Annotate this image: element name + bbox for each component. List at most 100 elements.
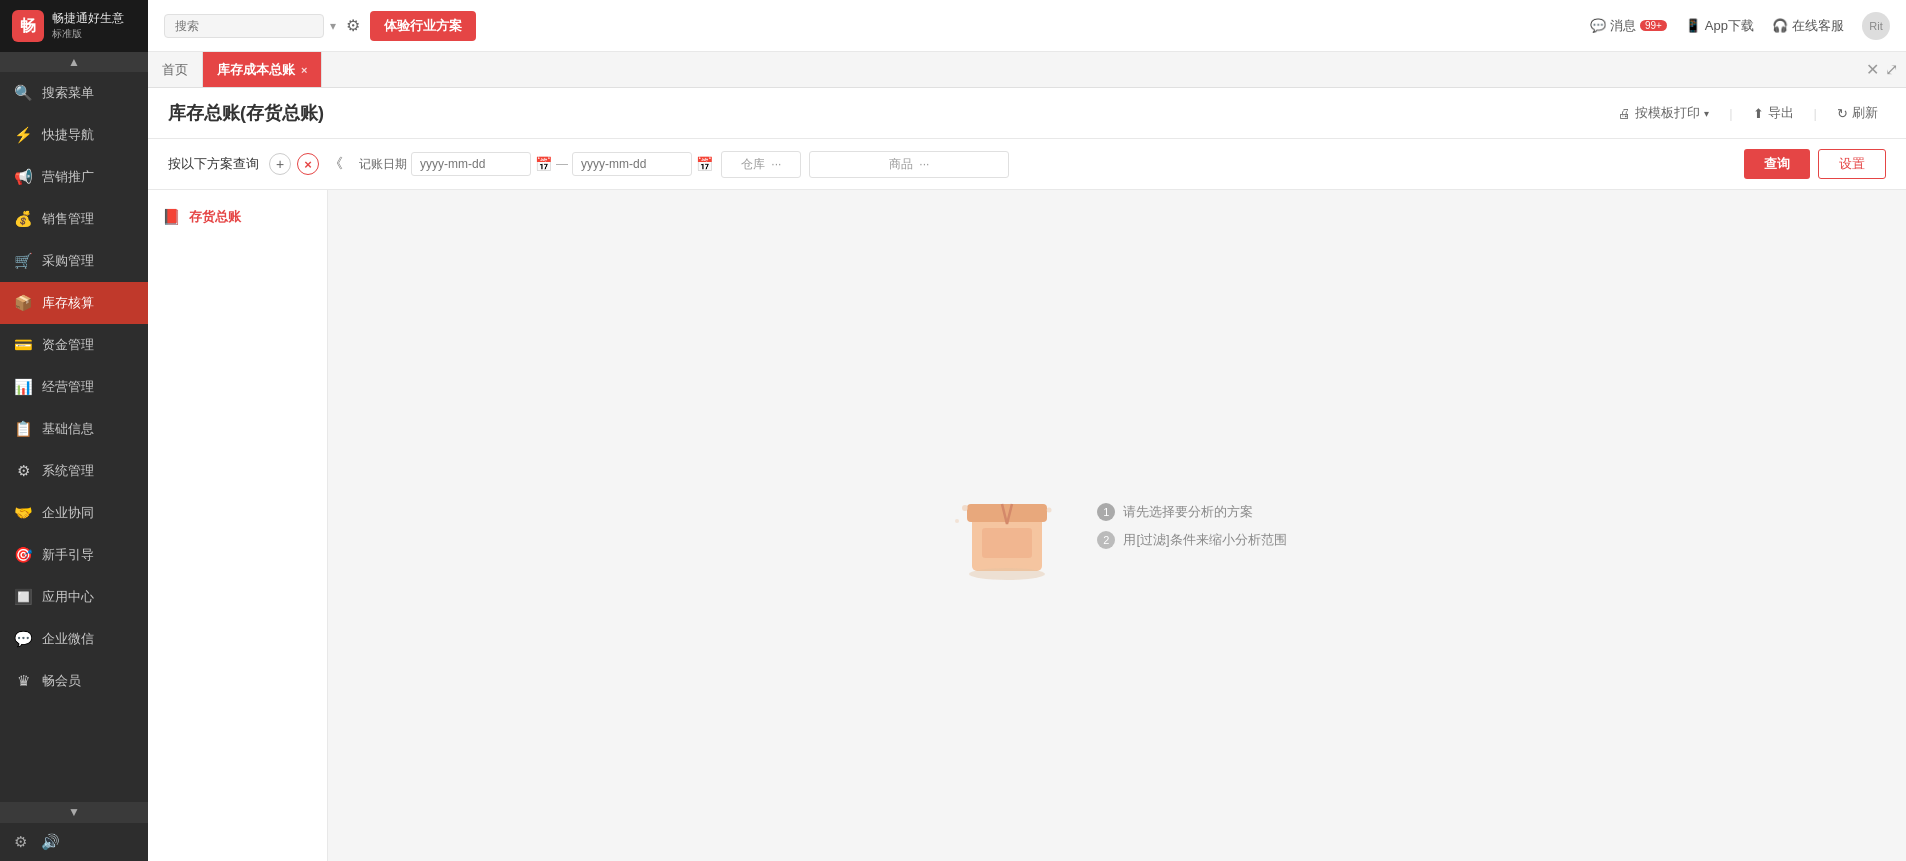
sidebar-item-label: 企业协同 xyxy=(42,504,94,522)
filter-commodity-group: 商品 ··· xyxy=(809,151,1009,178)
page-header-actions: 🖨 按模板打印 ▾ | ⬆ 导出 | ↻ 刷新 xyxy=(1610,100,1886,126)
audio-bottom-icon[interactable]: 🔊 xyxy=(41,833,60,851)
sidebar-item-purchase[interactable]: 🛒 采购管理 xyxy=(0,240,148,282)
sidebar-item-label: 库存核算 xyxy=(42,294,94,312)
hint-num-1: 1 xyxy=(1097,503,1115,521)
tabbar: 首页 库存成本总账 × ✕ ⤢ xyxy=(148,52,1906,88)
sidebar-item-system[interactable]: ⚙ 系统管理 xyxy=(0,450,148,492)
logo-badge: 标准版 xyxy=(52,27,124,41)
query-button[interactable]: 查询 xyxy=(1744,149,1810,179)
apps-icon: 🔲 xyxy=(14,588,32,606)
sidebar-item-guide[interactable]: 🎯 新手引导 xyxy=(0,534,148,576)
print-chevron-icon: ▾ xyxy=(1704,108,1709,119)
filter-date-group: 记账日期 📅 — 📅 xyxy=(359,152,713,176)
filter-cancel-button[interactable]: × xyxy=(297,153,319,175)
sidebar-item-search[interactable]: 🔍 搜索菜单 xyxy=(0,72,148,114)
topbar-gear-icon[interactable]: ⚙ xyxy=(346,16,360,35)
topbar-right: 💬 消息 99+ 📱 App下载 🎧 在线客服 Rit xyxy=(1590,12,1890,40)
print-icon: 🖨 xyxy=(1618,106,1631,121)
print-button[interactable]: 🖨 按模板打印 ▾ xyxy=(1610,100,1717,126)
sidebar-item-label: 资金管理 xyxy=(42,336,94,354)
date-start-input[interactable] xyxy=(411,152,531,176)
sidebar-item-label: 经营管理 xyxy=(42,378,94,396)
sidebar-item-operation[interactable]: 📊 经营管理 xyxy=(0,366,148,408)
svg-point-4 xyxy=(962,505,968,511)
sidebar-item-label: 搜索菜单 xyxy=(42,84,94,102)
sidebar-item-shortcut[interactable]: ⚡ 快捷导航 xyxy=(0,114,148,156)
hint-text-2: 用[过滤]条件来缩小分析范围 xyxy=(1123,531,1286,549)
system-icon: ⚙ xyxy=(14,462,32,480)
guide-icon: 🎯 xyxy=(14,546,32,564)
tab-home[interactable]: 首页 xyxy=(148,52,203,87)
sidebar-item-marketing[interactable]: 📢 营销推广 xyxy=(0,156,148,198)
export-button[interactable]: ⬆ 导出 xyxy=(1745,100,1802,126)
calendar-start-icon[interactable]: 📅 xyxy=(535,156,552,172)
settings-button[interactable]: 设置 xyxy=(1818,149,1886,179)
hint-text-1: 请先选择要分析的方案 xyxy=(1123,503,1253,521)
topbar-search-input[interactable] xyxy=(164,14,324,38)
sidebar-item-basic[interactable]: 📋 基础信息 xyxy=(0,408,148,450)
date-dash: — xyxy=(556,157,568,171)
filter-warehouse-group: 仓库 ··· xyxy=(721,151,801,178)
date-end-input[interactable] xyxy=(572,152,692,176)
empty-hint-1: 1 请先选择要分析的方案 xyxy=(1097,503,1286,521)
sidebar-scroll-up[interactable]: ▲ xyxy=(0,52,148,72)
sidebar-item-corp[interactable]: 🤝 企业协同 xyxy=(0,492,148,534)
refresh-label: 刷新 xyxy=(1852,104,1878,122)
settings-bottom-icon[interactable]: ⚙ xyxy=(14,833,27,851)
shortcut-icon: ⚡ xyxy=(14,126,32,144)
tab-panel-close-icon[interactable]: ✕ xyxy=(1866,60,1879,79)
sidebar-item-label: 营销推广 xyxy=(42,168,94,186)
logo-icon: 畅 xyxy=(12,10,44,42)
print-label: 按模板打印 xyxy=(1635,104,1700,122)
chevron-down-icon[interactable]: ▾ xyxy=(330,19,336,33)
scheme-item-label: 存货总账 xyxy=(189,208,241,226)
sidebar-item-label: 销售管理 xyxy=(42,210,94,228)
sidebar-scroll-down[interactable]: ▼ xyxy=(0,802,148,822)
sidebar-item-member[interactable]: ♛ 畅会员 xyxy=(0,660,148,702)
online-service-btn[interactable]: 🎧 在线客服 xyxy=(1772,17,1844,35)
tab-inventory-ledger[interactable]: 库存成本总账 × xyxy=(203,52,322,87)
sidebar-item-apps[interactable]: 🔲 应用中心 xyxy=(0,576,148,618)
logo-title: 畅捷通好生意 xyxy=(52,11,124,27)
tab-panel-expand-icon[interactable]: ⤢ xyxy=(1885,60,1898,79)
sidebar-item-wechat[interactable]: 💬 企业微信 xyxy=(0,618,148,660)
headset-icon: 🎧 xyxy=(1772,18,1788,33)
filter-add-button[interactable]: + xyxy=(269,153,291,175)
sidebar-item-label: 系统管理 xyxy=(42,462,94,480)
divider2: | xyxy=(1814,106,1817,121)
operation-icon: 📊 xyxy=(14,378,32,396)
filter-section-label: 按以下方案查询 xyxy=(168,155,259,173)
calendar-end-icon[interactable]: 📅 xyxy=(696,156,713,172)
page-title: 库存总账(存货总账) xyxy=(168,101,324,125)
filter-bar: 按以下方案查询 + × 《 记账日期 📅 — 📅 仓库 ··· xyxy=(148,139,1906,190)
filter-row: 记账日期 📅 — 📅 仓库 ··· 商品 ··· xyxy=(359,151,1736,178)
svg-rect-2 xyxy=(982,528,1032,558)
app-download-btn[interactable]: 📱 App下载 xyxy=(1685,17,1754,35)
promo-button[interactable]: 体验行业方案 xyxy=(370,11,476,41)
user-profile-btn[interactable]: Rit xyxy=(1862,12,1890,40)
filter-collapse-button[interactable]: 《 xyxy=(329,155,343,173)
message-btn[interactable]: 💬 消息 99+ xyxy=(1590,17,1667,35)
user-name: Rit xyxy=(1869,20,1882,32)
page-header: 库存总账(存货总账) 🖨 按模板打印 ▾ | ⬆ 导出 | ↻ 刷新 xyxy=(148,88,1906,139)
refresh-button[interactable]: ↻ 刷新 xyxy=(1829,100,1886,126)
marketing-icon: 📢 xyxy=(14,168,32,186)
user-avatar: Rit xyxy=(1862,12,1890,40)
tab-close-icon[interactable]: × xyxy=(301,64,307,76)
empty-hint-2: 2 用[过滤]条件来缩小分析范围 xyxy=(1097,531,1286,549)
commodity-label: 商品 xyxy=(889,157,913,171)
inventory-icon: 📦 xyxy=(14,294,32,312)
data-area: 1 请先选择要分析的方案 2 用[过滤]条件来缩小分析范围 xyxy=(328,190,1906,861)
commodity-selector[interactable]: 商品 ··· xyxy=(809,151,1009,178)
scheme-item-stock-ledger[interactable]: 📕 存货总账 xyxy=(148,200,327,234)
sidebar-item-label: 畅会员 xyxy=(42,672,81,690)
sidebar-item-sales[interactable]: 💰 销售管理 xyxy=(0,198,148,240)
warehouse-selector[interactable]: 仓库 ··· xyxy=(721,151,801,178)
corp-icon: 🤝 xyxy=(14,504,32,522)
tab-inventory-ledger-label: 库存成本总账 xyxy=(217,61,295,79)
empty-hints: 1 请先选择要分析的方案 2 用[过滤]条件来缩小分析范围 xyxy=(1097,503,1286,549)
export-label: 导出 xyxy=(1768,104,1794,122)
sidebar-item-inventory[interactable]: 📦 库存核算 xyxy=(0,282,148,324)
sidebar-item-finance[interactable]: 💳 资金管理 xyxy=(0,324,148,366)
